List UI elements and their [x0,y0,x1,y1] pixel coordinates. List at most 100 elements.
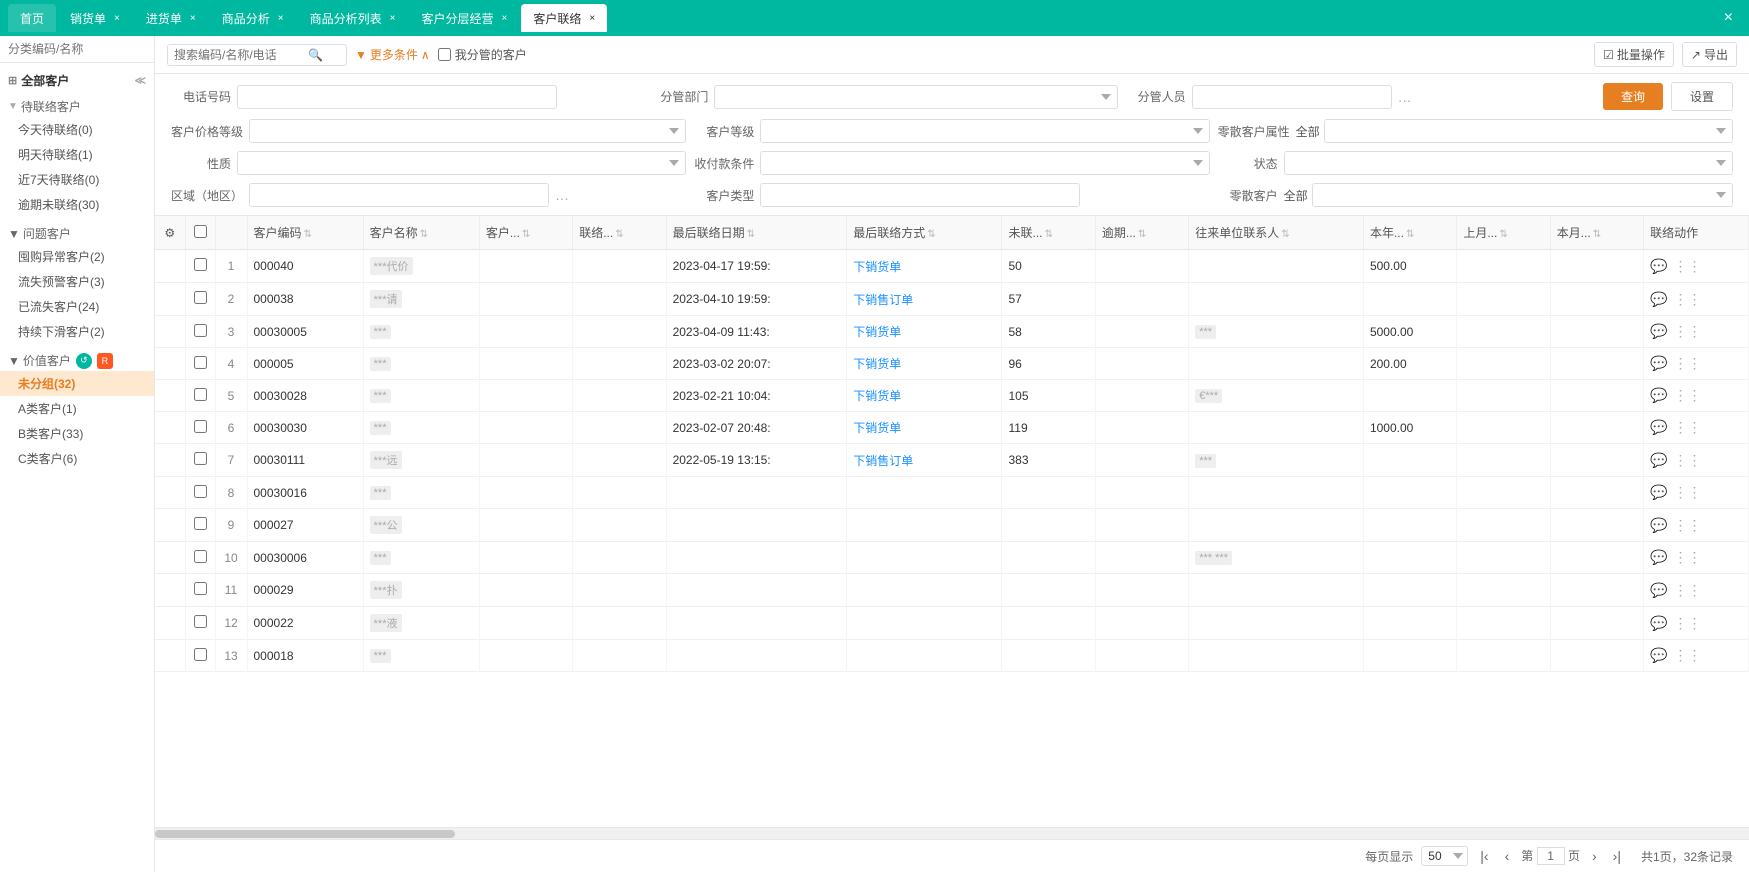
td-checkbox-cell[interactable] [185,444,215,477]
row-checkbox[interactable] [194,550,207,563]
td-checkbox-cell[interactable] [185,250,215,283]
sidebar-item-churn-warning[interactable]: 流失预警客户(3) [0,269,154,294]
dept-select[interactable] [714,85,1117,109]
sidebar-item-hoard-abnormal[interactable]: 囤购异常客户(2) [0,244,154,269]
th-name[interactable]: 客户名称⇅ [363,216,479,250]
more-action-icon[interactable]: ⋮⋮ [1674,582,1702,599]
more-action-icon[interactable]: ⋮⋮ [1674,517,1702,534]
td-last-method[interactable]: 下销货单 [847,412,1002,444]
td-last-method[interactable]: 下销货单 [847,348,1002,380]
td-last-method[interactable]: 下销货单 [847,316,1002,348]
contact-icon[interactable]: 💬 [1650,387,1667,404]
batch-op-button[interactable]: ☑ 批量操作 [1594,42,1674,67]
row-checkbox[interactable] [194,648,207,661]
sidebar-item-overdue[interactable]: 逾期未联络(30) [0,192,154,217]
last-method-link[interactable]: 下销售订单 [853,454,913,468]
tab-product-analysis-close[interactable]: × [278,13,284,24]
search-input[interactable] [174,48,304,62]
td-last-method[interactable]: 下销货单 [847,380,1002,412]
row-checkbox[interactable] [194,420,207,433]
th-type[interactable]: 客户...⇅ [479,216,572,250]
th-contact[interactable]: 联络...⇅ [573,216,666,250]
td-checkbox-cell[interactable] [185,316,215,348]
td-checkbox-cell[interactable] [185,412,215,444]
th-no-contact[interactable]: 未联...⇅ [1002,216,1095,250]
last-method-link[interactable]: 下销货单 [853,357,901,371]
row-checkbox[interactable] [194,356,207,369]
collapse-icon[interactable]: ≪ [134,74,146,87]
last-method-link[interactable]: 下销售订单 [853,293,913,307]
more-action-icon[interactable]: ⋮⋮ [1674,452,1702,469]
my-customers-checkbox[interactable]: 我分管的客户 [438,46,527,63]
more-conditions-btn[interactable]: ▼ 更多条件 ∧ [355,46,430,63]
tab-product-analysis-list[interactable]: 商品分析列表 × [298,4,408,32]
row-checkbox[interactable] [194,615,207,628]
row-checkbox[interactable] [194,452,207,465]
tab-home[interactable]: 首页 [8,4,56,32]
th-overdue[interactable]: 逾期...⇅ [1095,216,1188,250]
contact-icon[interactable]: 💬 [1650,549,1667,566]
tab-sales-order[interactable]: 销货单 × [58,4,132,32]
th-last-month[interactable]: 上月...⇅ [1457,216,1550,250]
region-more-icon[interactable]: … [555,187,569,203]
sidebar-item-declining[interactable]: 持续下滑客户(2) [0,319,154,344]
td-checkbox-cell[interactable] [185,640,215,672]
first-page-button[interactable]: |‹ [1476,846,1492,866]
my-customers-check[interactable] [438,48,451,61]
last-method-link[interactable]: 下销货单 [853,260,901,274]
td-last-method[interactable]: 下销货单 [847,250,1002,283]
query-button[interactable]: 查询 [1603,83,1663,110]
window-close-button[interactable]: × [1716,9,1741,27]
price-level-select[interactable] [249,119,686,143]
contact-icon[interactable]: 💬 [1650,647,1667,664]
tab-purchase-order[interactable]: 进货单 × [134,4,208,32]
td-last-method[interactable] [847,542,1002,574]
horizontal-scrollbar[interactable] [155,827,1749,839]
contact-icon[interactable]: 💬 [1650,517,1667,534]
td-last-method[interactable] [847,574,1002,607]
contact-icon[interactable]: 💬 [1650,615,1667,632]
tab-product-analysis[interactable]: 商品分析 × [210,4,296,32]
reset-button[interactable]: 设置 [1671,82,1733,111]
more-action-icon[interactable]: ⋮⋮ [1674,549,1702,566]
row-checkbox[interactable] [194,388,207,401]
search-icon[interactable]: 🔍 [308,48,323,62]
sidebar-item-type-a[interactable]: A类客户(1) [0,396,154,421]
prev-page-button[interactable]: ‹ [1501,846,1514,866]
manager-input[interactable] [1192,85,1392,109]
td-checkbox-cell[interactable] [185,477,215,509]
contact-icon[interactable]: 💬 [1650,323,1667,340]
sidebar-all-customers[interactable]: ⊞ 全部客户 ≪ [0,67,154,94]
last-page-button[interactable]: ›| [1609,846,1625,866]
contact-icon[interactable]: 💬 [1650,291,1667,308]
sidebar-item-today[interactable]: 今天待联络(0) [0,117,154,142]
export-button[interactable]: ↗ 导出 [1682,42,1737,67]
more-action-icon[interactable]: ⋮⋮ [1674,355,1702,372]
td-checkbox-cell[interactable] [185,574,215,607]
th-unit-contact[interactable]: 往来单位联系人⇅ [1189,216,1364,250]
last-method-link[interactable]: 下销货单 [853,325,901,339]
manager-more-icon[interactable]: … [1398,89,1412,105]
contact-icon[interactable]: 💬 [1650,355,1667,372]
td-checkbox-cell[interactable] [185,607,215,640]
tab-customer-segment-close[interactable]: × [501,13,507,24]
td-last-method[interactable]: 下销售订单 [847,444,1002,477]
th-this-month[interactable]: 本月...⇅ [1550,216,1643,250]
td-checkbox-cell[interactable] [185,348,215,380]
sidebar-item-tomorrow[interactable]: 明天待联络(1) [0,142,154,167]
tab-customer-contact-close[interactable]: × [589,13,595,24]
td-checkbox-cell[interactable] [185,509,215,542]
contact-icon[interactable]: 💬 [1650,258,1667,275]
more-action-icon[interactable]: ⋮⋮ [1674,647,1702,664]
contact-icon[interactable]: 💬 [1650,484,1667,501]
page-size-select[interactable]: 50 100 200 [1421,846,1468,866]
th-code[interactable]: 客户编码⇅ [247,216,363,250]
tab-purchase-order-close[interactable]: × [190,13,196,24]
scrollbar-thumb[interactable] [155,830,455,838]
tab-customer-contact[interactable]: 客户联络 × [521,4,607,32]
th-this-year[interactable]: 本年...⇅ [1363,216,1456,250]
more-action-icon[interactable]: ⋮⋮ [1674,291,1702,308]
contact-icon[interactable]: 💬 [1650,582,1667,599]
td-checkbox-cell[interactable] [185,542,215,574]
th-last-date[interactable]: 最后联络日期⇅ [666,216,847,250]
